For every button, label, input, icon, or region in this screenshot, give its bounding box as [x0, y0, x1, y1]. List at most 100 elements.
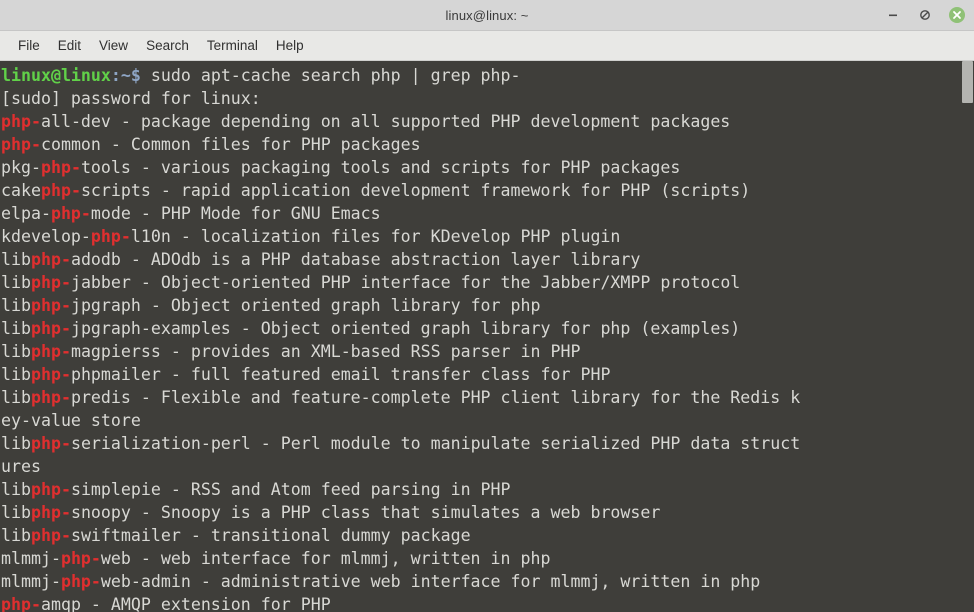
- grep-match: php-: [60, 572, 101, 591]
- terminal-line: libphp-magpierss - provides an XML-based…: [1, 340, 974, 363]
- terminal-prompt-line: linux@linux:~$ sudo apt-cache search php…: [1, 64, 974, 87]
- menu-item-search[interactable]: Search: [137, 35, 198, 56]
- line-text: simplepie - RSS and Atom feed parsing in…: [70, 480, 511, 499]
- line-text: mlmmj-: [1, 572, 61, 591]
- close-icon[interactable]: [948, 6, 966, 24]
- line-text: elpa-: [1, 204, 51, 223]
- line-text: lib: [1, 273, 31, 292]
- terminal-line: elpa-php-mode - PHP Mode for GNU Emacs: [1, 202, 974, 225]
- line-text: l10n - localization files for KDevelop P…: [130, 227, 621, 246]
- terminal-line: kdevelop-php-l10n - localization files f…: [1, 225, 974, 248]
- window-title: linux@linux: ~: [445, 7, 529, 23]
- line-text: [sudo] password for linux:: [1, 89, 261, 108]
- prompt-user-host: linux@linux: [1, 66, 111, 85]
- line-text: lib: [1, 434, 31, 453]
- grep-match: php-: [40, 158, 81, 177]
- terminal-line: libphp-snoopy - Snoopy is a PHP class th…: [1, 501, 974, 524]
- line-text: web-admin - administrative web interface…: [100, 572, 761, 591]
- terminal-line: libphp-serialization-perl - Perl module …: [1, 432, 974, 455]
- grep-match: php-: [30, 480, 71, 499]
- line-text: lib: [1, 480, 31, 499]
- terminal-output[interactable]: linux@linux:~$ sudo apt-cache search php…: [0, 61, 974, 612]
- menu-item-help[interactable]: Help: [267, 35, 313, 56]
- line-text: ures: [1, 457, 41, 476]
- prompt-command: sudo apt-cache search php | grep php-: [140, 66, 521, 85]
- grep-match: php-: [1, 112, 41, 131]
- line-text: all-dev - package depending on all suppo…: [40, 112, 731, 131]
- terminal-line: php-common - Common files for PHP packag…: [1, 133, 974, 156]
- menu-item-file[interactable]: File: [9, 35, 49, 56]
- line-text: cake: [1, 181, 41, 200]
- line-text: ey-value store: [1, 411, 141, 430]
- line-text: web - web interface for mlmmj, written i…: [100, 549, 551, 568]
- line-text: serialization-perl - Perl module to mani…: [70, 434, 801, 453]
- line-text: adodb - ADOdb is a PHP database abstract…: [70, 250, 641, 269]
- terminal-line: ey-value store: [1, 409, 974, 432]
- line-text: lib: [1, 319, 31, 338]
- terminal-area[interactable]: linux@linux:~$ sudo apt-cache search php…: [0, 61, 974, 612]
- line-text: predis - Flexible and feature-complete P…: [70, 388, 801, 407]
- terminal-line: libphp-swiftmailer - transitional dummy …: [1, 524, 974, 547]
- terminal-line: libphp-simplepie - RSS and Atom feed par…: [1, 478, 974, 501]
- terminal-line: libphp-jpgraph - Object oriented graph l…: [1, 294, 974, 317]
- menubar: File Edit View Search Terminal Help: [0, 31, 974, 61]
- minimize-icon[interactable]: [884, 6, 902, 24]
- window-controls: [884, 0, 966, 30]
- line-text: magpierss - provides an XML-based RSS pa…: [70, 342, 581, 361]
- line-text: swiftmailer - transitional dummy package: [70, 526, 471, 545]
- terminal-line: pkg-php-tools - various packaging tools …: [1, 156, 974, 179]
- terminal-scrollbar[interactable]: [960, 61, 974, 612]
- line-text: lib: [1, 503, 31, 522]
- maximize-icon[interactable]: [916, 6, 934, 24]
- grep-match: php-: [1, 595, 41, 612]
- line-text: lib: [1, 388, 31, 407]
- grep-match: php-: [50, 204, 91, 223]
- grep-match: php-: [40, 181, 81, 200]
- terminal-line: libphp-jabber - Object-oriented PHP inte…: [1, 271, 974, 294]
- grep-match: php-: [60, 549, 101, 568]
- line-text: jpgraph-examples - Object oriented graph…: [70, 319, 741, 338]
- grep-match: php-: [30, 434, 71, 453]
- menu-item-edit[interactable]: Edit: [49, 35, 90, 56]
- grep-match: php-: [30, 296, 71, 315]
- line-text: lib: [1, 365, 31, 384]
- terminal-line: libphp-adodb - ADOdb is a PHP database a…: [1, 248, 974, 271]
- grep-match: php-: [30, 342, 71, 361]
- line-text: pkg-: [1, 158, 41, 177]
- terminal-line: libphp-phpmailer - full featured email t…: [1, 363, 974, 386]
- terminal-line: mlmmj-php-web-admin - administrative web…: [1, 570, 974, 593]
- grep-match: php-: [30, 503, 71, 522]
- grep-match: php-: [30, 250, 71, 269]
- grep-match: php-: [30, 365, 71, 384]
- line-text: jpgraph - Object oriented graph library …: [70, 296, 541, 315]
- scrollbar-thumb[interactable]: [962, 61, 973, 103]
- terminal-line: php-all-dev - package depending on all s…: [1, 110, 974, 133]
- grep-match: php-: [30, 319, 71, 338]
- grep-match: php-: [30, 526, 71, 545]
- grep-match: php-: [1, 135, 41, 154]
- terminal-window: linux@linux: ~ File Edit View Search Ter…: [0, 0, 974, 612]
- menu-item-terminal[interactable]: Terminal: [198, 35, 267, 56]
- menu-item-view[interactable]: View: [90, 35, 137, 56]
- terminal-line: libphp-predis - Flexible and feature-com…: [1, 386, 974, 409]
- terminal-line: ures: [1, 455, 974, 478]
- line-text: mlmmj-: [1, 549, 61, 568]
- line-text: tools - various packaging tools and scri…: [80, 158, 681, 177]
- line-text: mode - PHP Mode for GNU Emacs: [90, 204, 381, 223]
- grep-match: php-: [90, 227, 131, 246]
- line-text: scripts - rapid application development …: [80, 181, 751, 200]
- terminal-line: cakephp-scripts - rapid application deve…: [1, 179, 974, 202]
- line-text: amqp - AMQP extension for PHP: [40, 595, 331, 612]
- line-text: phpmailer - full featured email transfer…: [70, 365, 611, 384]
- line-text: lib: [1, 296, 31, 315]
- terminal-line: php-amqp - AMQP extension for PHP: [1, 593, 974, 612]
- line-text: lib: [1, 342, 31, 361]
- line-text: kdevelop-: [1, 227, 91, 246]
- terminal-line: libphp-jpgraph-examples - Object oriente…: [1, 317, 974, 340]
- terminal-line: mlmmj-php-web - web interface for mlmmj,…: [1, 547, 974, 570]
- line-text: lib: [1, 526, 31, 545]
- prompt-path: :~$: [110, 66, 141, 85]
- line-text: jabber - Object-oriented PHP interface f…: [70, 273, 741, 292]
- line-text: snoopy - Snoopy is a PHP class that simu…: [70, 503, 661, 522]
- grep-match: php-: [30, 273, 71, 292]
